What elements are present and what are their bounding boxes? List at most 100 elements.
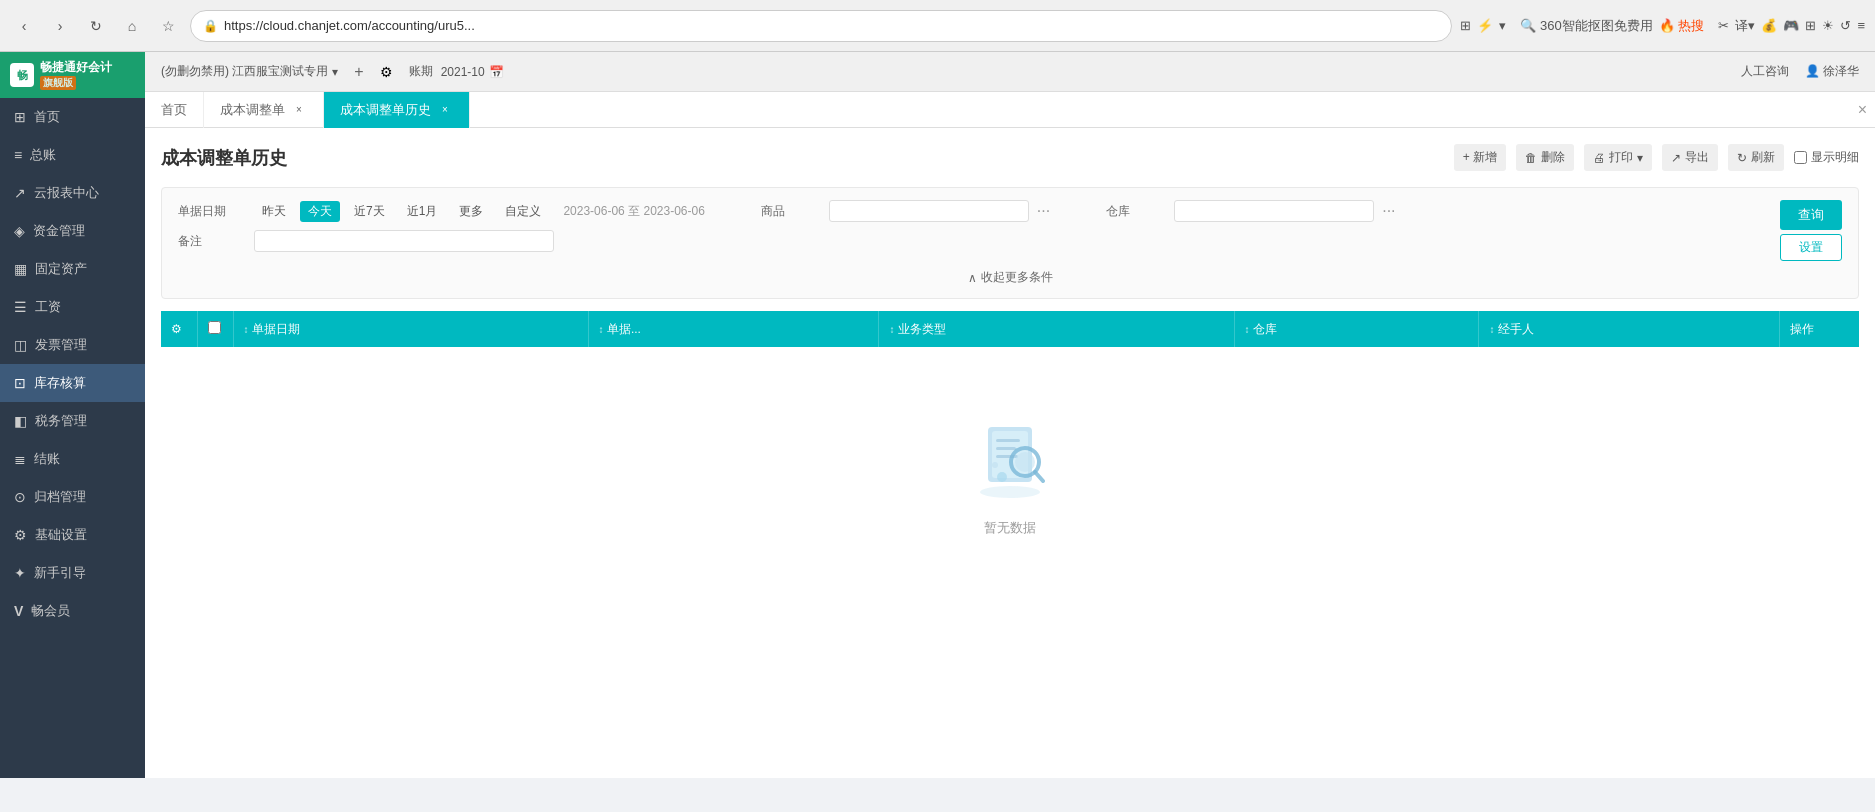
sidebar-item-guide[interactable]: ✦ 新手引导 (0, 554, 145, 592)
col-warehouse-header[interactable]: ↕ 仓库 (1234, 311, 1479, 347)
sidebar-item-fixed-assets[interactable]: ▦ 固定资产 (0, 250, 145, 288)
address-bar[interactable]: 🔒 https://cloud.chanjet.com/accounting/u… (190, 10, 1452, 42)
user-avatar[interactable]: 👤 徐泽华 (1805, 63, 1859, 80)
remarks-input[interactable] (254, 230, 554, 252)
svg-point-0 (980, 486, 1040, 498)
extensions-icon[interactable]: ⊞ (1460, 18, 1471, 33)
nav-label-tax: 税务管理 (35, 412, 87, 430)
sort-number-icon: ↕ (599, 324, 604, 335)
sidebar-item-payroll[interactable]: ☰ 工资 (0, 288, 145, 326)
tab-cost-adjust-history[interactable]: 成本调整单历史 × (324, 92, 470, 128)
undo-icon[interactable]: ↺ (1840, 18, 1851, 33)
col-actions-label: 操作 (1790, 322, 1814, 336)
col-date-header[interactable]: ↕ 单据日期 (233, 311, 588, 347)
period-label: 账期 (409, 63, 433, 80)
add-company-btn[interactable]: + (354, 63, 363, 81)
calendar-icon[interactable]: 📅 (489, 65, 504, 79)
show-cols-checkbox[interactable]: 显示明细 (1794, 149, 1859, 166)
col-handler-label: 经手人 (1498, 322, 1534, 336)
settings-gear-icon[interactable]: ⚙ (380, 64, 393, 80)
nav-label-funds: 资金管理 (33, 222, 85, 240)
query-btn[interactable]: 查询 (1780, 200, 1842, 230)
refresh-btn[interactable]: ↻ 刷新 (1728, 144, 1784, 171)
svg-line-8 (1035, 472, 1043, 481)
date-filter-group: 昨天 今天 近7天 近1月 更多 自定义 2023-06-06 至 2023-0… (254, 201, 705, 222)
search-icon[interactable]: 🔍 360智能抠图免费用 (1520, 17, 1652, 35)
col-handler-header[interactable]: ↕ 经手人 (1479, 311, 1779, 347)
sidebar-item-tax[interactable]: ◧ 税务管理 (0, 402, 145, 440)
warehouse-input[interactable] (1174, 200, 1374, 222)
sidebar-item-vip[interactable]: V 畅会员 (0, 592, 145, 630)
col-warehouse-label: 仓库 (1253, 322, 1277, 336)
translate-icon[interactable]: 译▾ (1735, 17, 1755, 35)
custom-btn[interactable]: 自定义 (497, 201, 549, 222)
reload-button[interactable]: ↻ (82, 12, 110, 40)
col-biz-type-header[interactable]: ↕ 业务类型 (879, 311, 1234, 347)
collapse-btn[interactable]: ∧ 收起更多条件 (968, 269, 1053, 286)
date-filter-label: 单据日期 (178, 203, 238, 220)
home-button[interactable]: ⌂ (118, 12, 146, 40)
tab-home[interactable]: 首页 (145, 92, 204, 128)
new-btn[interactable]: + 新增 (1454, 144, 1506, 171)
grid-icon[interactable]: ⊞ (1805, 18, 1816, 33)
brightness-icon[interactable]: ☀ (1822, 18, 1834, 33)
delete-btn[interactable]: 🗑 删除 (1516, 144, 1574, 171)
close-all-icon[interactable]: × (1858, 101, 1867, 119)
sidebar-item-archive[interactable]: ⊙ 归档管理 (0, 478, 145, 516)
sidebar-item-funds[interactable]: ◈ 资金管理 (0, 212, 145, 250)
warehouse-more-icon[interactable]: ··· (1382, 202, 1395, 220)
collapse-label: 收起更多条件 (981, 269, 1053, 286)
col-number-header[interactable]: ↕ 单据... (588, 311, 879, 347)
home-icon: ⊞ (14, 109, 26, 125)
fixed-assets-icon: ▦ (14, 261, 27, 277)
filter-section: 单据日期 昨天 今天 近7天 近1月 更多 自定义 2023-06-06 (178, 200, 1842, 261)
tab-cost-adjust[interactable]: 成本调整单 × (204, 92, 324, 128)
delete-icon: 🗑 (1525, 151, 1537, 165)
game-icon[interactable]: 🎮 (1783, 18, 1799, 33)
month1-btn[interactable]: 近1月 (399, 201, 446, 222)
show-cols-input[interactable] (1794, 151, 1807, 164)
sidebar-item-closing[interactable]: ≣ 结账 (0, 440, 145, 478)
sidebar-item-inventory[interactable]: ⊡ 库存核算 (0, 364, 145, 402)
inventory-icon: ⊡ (14, 375, 26, 391)
lightning-icon[interactable]: ⚡ (1477, 18, 1493, 33)
tab-home-label: 首页 (161, 101, 187, 119)
tab-close-all[interactable]: × (1858, 101, 1875, 119)
scissors-icon[interactable]: ✂ (1718, 18, 1729, 33)
wallet-icon[interactable]: 💰 (1761, 18, 1777, 33)
tab-cost-adjust-history-close[interactable]: × (437, 102, 453, 118)
username: 徐泽华 (1823, 64, 1859, 78)
today-btn[interactable]: 今天 (300, 201, 340, 222)
tab-cost-adjust-close[interactable]: × (291, 102, 307, 118)
yesterday-btn[interactable]: 昨天 (254, 201, 294, 222)
star-button[interactable]: ☆ (154, 12, 182, 40)
week7-btn[interactable]: 近7天 (346, 201, 393, 222)
export-btn[interactable]: ↗ 导出 (1662, 144, 1718, 171)
back-button[interactable]: ‹ (10, 12, 38, 40)
sidebar-item-settings[interactable]: ⚙ 基础设置 (0, 516, 145, 554)
col-settings-icon[interactable]: ⚙ (171, 322, 182, 336)
forward-button[interactable]: › (46, 12, 74, 40)
print-label: 打印 (1609, 149, 1633, 166)
sidebar-item-ledger[interactable]: ≡ 总账 (0, 136, 145, 174)
goods-more-icon[interactable]: ··· (1037, 202, 1050, 220)
app-logo: 畅 畅捷通好会计 旗舰版 (0, 52, 145, 98)
col-checkbox-header[interactable] (197, 311, 233, 347)
filter-settings-btn[interactable]: 设置 (1780, 234, 1842, 261)
service-btn[interactable]: 人工咨询 (1741, 63, 1789, 80)
sidebar-item-reports[interactable]: ↗ 云报表中心 (0, 174, 145, 212)
sidebar-item-home[interactable]: ⊞ 首页 (0, 98, 145, 136)
menu-icon[interactable]: ≡ (1857, 18, 1865, 33)
settings-icon: ⚙ (14, 527, 27, 543)
select-all-checkbox[interactable] (208, 321, 221, 334)
remarks-label: 备注 (178, 233, 238, 250)
company-selector[interactable]: (勿删勿禁用) 江西服宝测试专用 ▾ (161, 63, 338, 80)
print-btn[interactable]: 🖨 打印 ▾ (1584, 144, 1652, 171)
date-to: 2023-06-06 (643, 204, 704, 218)
hot-icon[interactable]: 🔥 热搜 (1659, 17, 1705, 35)
goods-input[interactable] (829, 200, 1029, 222)
dropdown-icon[interactable]: ▾ (1499, 18, 1506, 33)
sidebar-item-invoice[interactable]: ◫ 发票管理 (0, 326, 145, 364)
more-date-btn[interactable]: 更多 (451, 201, 491, 222)
col-settings-header[interactable]: ⚙ (161, 311, 197, 347)
